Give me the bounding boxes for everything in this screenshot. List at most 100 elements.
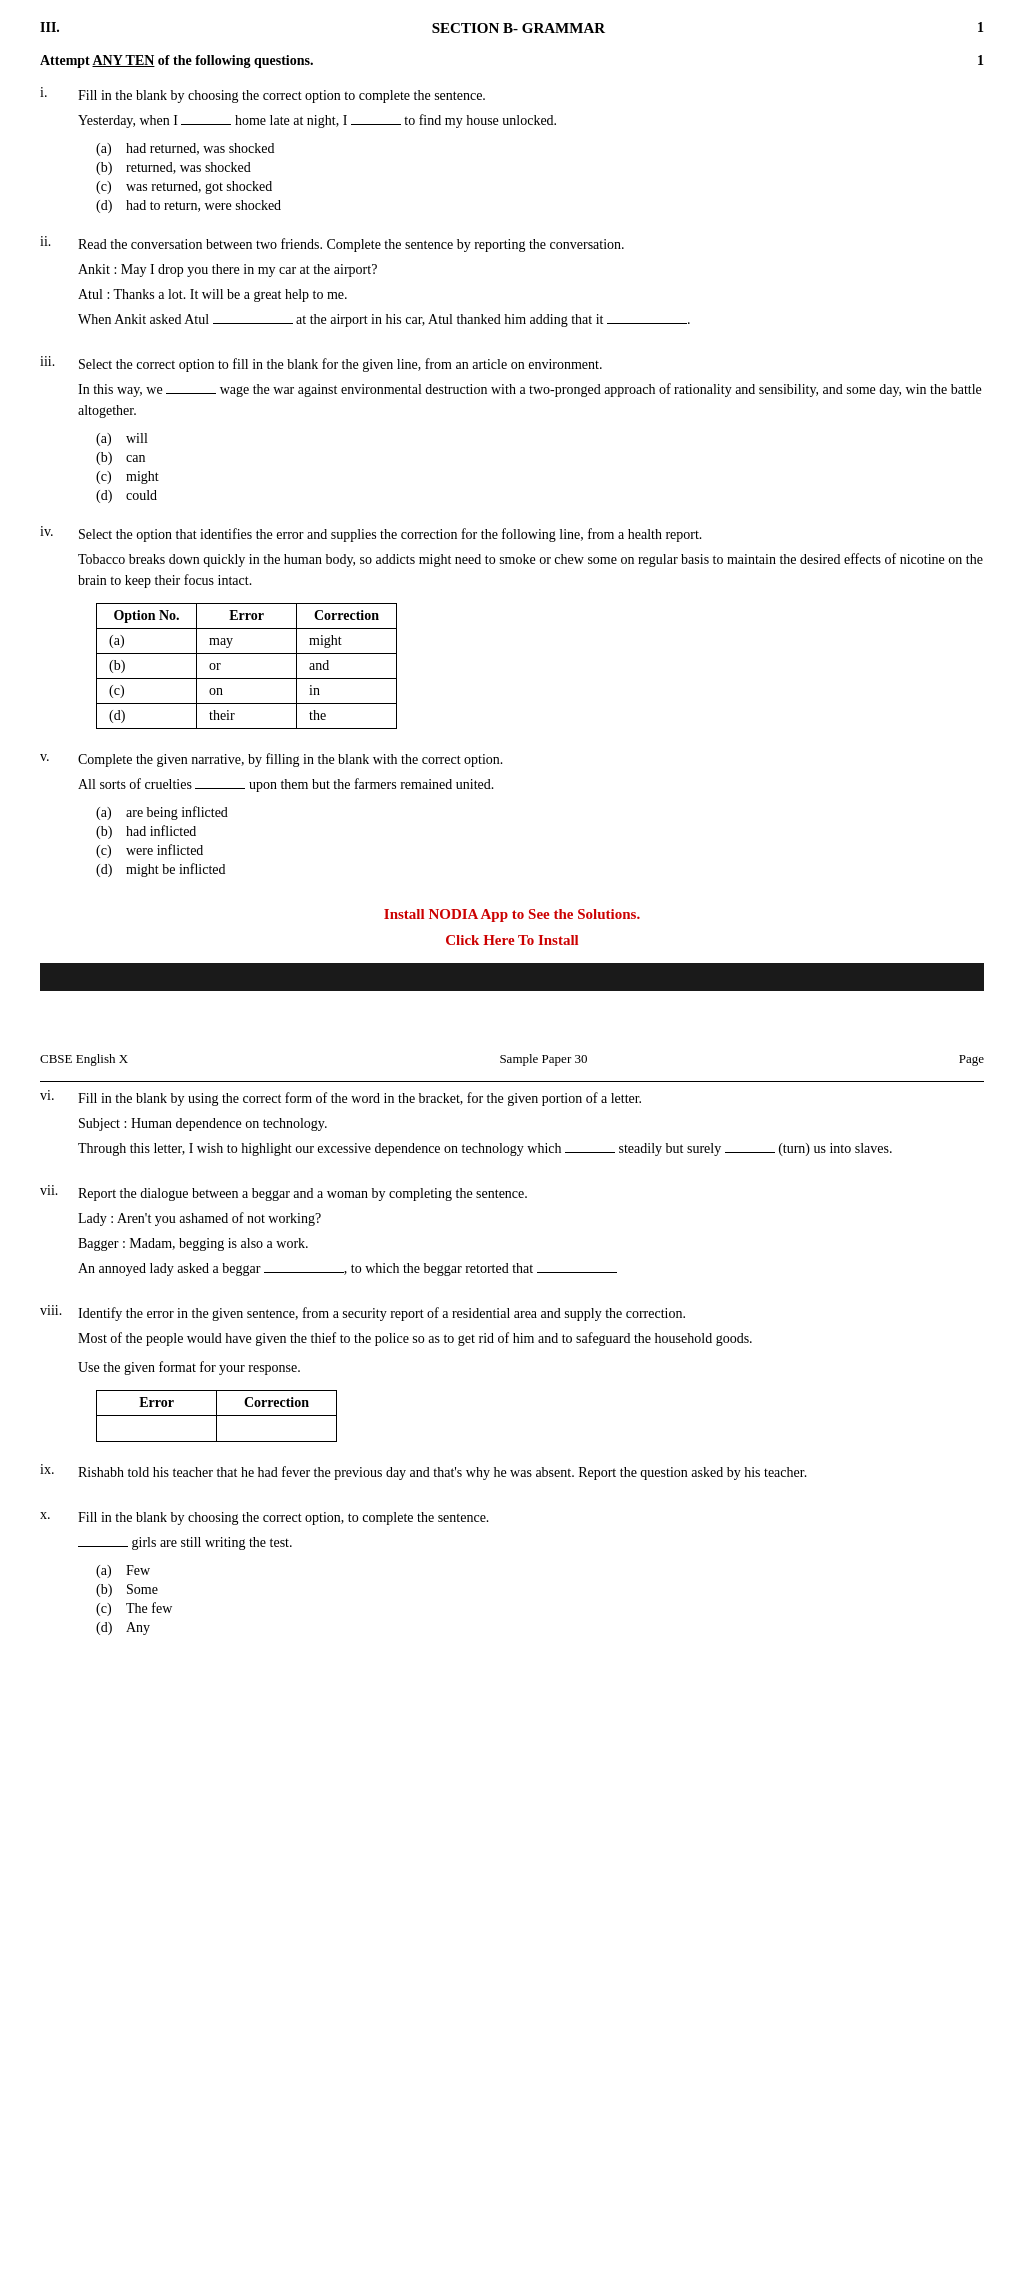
opt-text-id: had to return, were shocked xyxy=(126,198,984,214)
question-x: x. Fill in the blank by choosing the cor… xyxy=(40,1507,984,1636)
q-vi-instruction: Fill in the blank by using the correct f… xyxy=(78,1088,984,1109)
install-banner[interactable]: Install NODIA App to See the Solutions. … xyxy=(40,902,984,953)
q-x-instruction: Fill in the blank by choosing the correc… xyxy=(78,1507,984,1528)
q-ii-line2: Atul : Thanks a lot. It will be a great … xyxy=(78,284,984,305)
question-viii: viii. Identify the error in the given se… xyxy=(40,1303,984,1442)
q-num-iii: iii. xyxy=(40,354,78,425)
intro-text: Attempt ANY TEN of the following questio… xyxy=(40,53,313,69)
blank-2 xyxy=(351,124,401,125)
banner-line2[interactable]: Click Here To Install xyxy=(40,928,984,954)
td-viii-correction xyxy=(217,1416,337,1442)
blank-vi-1 xyxy=(565,1152,615,1153)
q-i-options: (a) had returned, was shocked (b) return… xyxy=(96,141,984,214)
option-i-d: (d) had to return, were shocked xyxy=(96,198,984,214)
td-d-opt: (d) xyxy=(97,704,197,729)
option-iii-c: (c) might xyxy=(96,469,984,485)
q-text-viii: Identify the error in the given sentence… xyxy=(78,1303,984,1382)
question-ii: ii. Read the conversation between two fr… xyxy=(40,234,984,334)
q-ix-instruction: Rishabh told his teacher that he had fev… xyxy=(78,1462,984,1483)
question-i: i. Fill in the blank by choosing the cor… xyxy=(40,85,984,214)
blank-v xyxy=(195,788,245,789)
blank-1 xyxy=(181,124,231,125)
option-iii-d: (d) could xyxy=(96,488,984,504)
blank-iii xyxy=(166,393,216,394)
q-text-iv: Select the option that identifies the er… xyxy=(78,524,984,595)
option-v-a: (a) are being inflicted xyxy=(96,805,984,821)
q-i-sentence: Yesterday, when I home late at night, I … xyxy=(78,110,984,131)
q-vi-subject: Subject : Human dependence on technology… xyxy=(78,1113,984,1134)
question-iii: iii. Select the correct option to fill i… xyxy=(40,354,984,504)
p2-header-left: CBSE English X xyxy=(40,1051,128,1067)
q-text-i: Fill in the blank by choosing the correc… xyxy=(78,85,984,135)
td-a-error: may xyxy=(197,629,297,654)
table-row xyxy=(97,1416,337,1442)
q-ii-line1: Ankit : May I drop you there in my car a… xyxy=(78,259,984,280)
question-x-row: x. Fill in the blank by choosing the cor… xyxy=(40,1507,984,1557)
q-viii-instruction: Identify the error in the given sentence… xyxy=(78,1303,984,1324)
option-i-a: (a) had returned, was shocked xyxy=(96,141,984,157)
opt-label-xc: (c) xyxy=(96,1601,126,1617)
q-num-vii: vii. xyxy=(40,1183,78,1283)
question-vii: vii. Report the dialogue between a begga… xyxy=(40,1183,984,1283)
q-ii-instruction: Read the conversation between two friend… xyxy=(78,234,984,255)
header-divider xyxy=(40,1081,984,1082)
q-i-instruction: Fill in the blank by choosing the correc… xyxy=(78,85,984,106)
option-i-b: (b) returned, was shocked xyxy=(96,160,984,176)
banner-line1[interactable]: Install NODIA App to See the Solutions. xyxy=(40,902,984,928)
section-roman: III. xyxy=(40,20,60,36)
question-v: v. Complete the given narrative, by fill… xyxy=(40,749,984,878)
q-v-options: (a) are being inflicted (b) had inflicte… xyxy=(96,805,984,878)
underline-any-ten: ANY TEN xyxy=(93,53,155,68)
th-error: Error xyxy=(197,604,297,629)
option-x-c: (c) The few xyxy=(96,1601,984,1617)
page-header: III. SECTION B- GRAMMAR 1 xyxy=(40,20,984,37)
opt-label-vd: (d) xyxy=(96,862,126,878)
opt-text-xa: Few xyxy=(126,1563,984,1579)
table-row: (d) their the xyxy=(97,704,397,729)
q-x-sentence: girls are still writing the test. xyxy=(78,1532,984,1553)
iv-table: Option No. Error Correction (a) may migh… xyxy=(96,603,397,729)
td-b-opt: (b) xyxy=(97,654,197,679)
opt-label-vb: (b) xyxy=(96,824,126,840)
th-viii-error: Error xyxy=(97,1391,217,1416)
q-num-v: v. xyxy=(40,749,78,799)
q-num-viii: viii. xyxy=(40,1303,78,1382)
q-viii-sentence: Most of the people would have given the … xyxy=(78,1328,984,1349)
question-iv-row: iv. Select the option that identifies th… xyxy=(40,524,984,595)
blank-x xyxy=(78,1546,128,1547)
td-c-error: on xyxy=(197,679,297,704)
q-text-ix: Rishabh told his teacher that he had fev… xyxy=(78,1462,984,1487)
blank-vii-1 xyxy=(264,1272,344,1273)
opt-label-vc: (c) xyxy=(96,843,126,859)
q-iii-instruction: Select the correct option to fill in the… xyxy=(78,354,984,375)
q-text-ii: Read the conversation between two friend… xyxy=(78,234,984,334)
q-num-vi: vi. xyxy=(40,1088,78,1163)
q-text-iii: Select the correct option to fill in the… xyxy=(78,354,984,425)
opt-label-iiid: (d) xyxy=(96,488,126,504)
q-vii-line1: Lady : Aren't you ashamed of not working… xyxy=(78,1208,984,1229)
question-vi: vi. Fill in the blank by using the corre… xyxy=(40,1088,984,1163)
q-num-i: i. xyxy=(40,85,78,135)
q-text-vii: Report the dialogue between a beggar and… xyxy=(78,1183,984,1283)
question-iii-row: iii. Select the correct option to fill i… xyxy=(40,354,984,425)
q-text-v: Complete the given narrative, by filling… xyxy=(78,749,984,799)
q-num-ix: ix. xyxy=(40,1462,78,1487)
p2-header-center: Sample Paper 30 xyxy=(128,1051,959,1067)
page2-header: CBSE English X Sample Paper 30 Page xyxy=(40,1051,984,1067)
opt-text-iiia: will xyxy=(126,431,984,447)
opt-text-va: are being inflicted xyxy=(126,805,984,821)
opt-text-vc: were inflicted xyxy=(126,843,984,859)
opt-text-iiic: might xyxy=(126,469,984,485)
opt-text-xd: Any xyxy=(126,1620,984,1636)
opt-label-xa: (a) xyxy=(96,1563,126,1579)
opt-label-ia: (a) xyxy=(96,141,126,157)
q-iv-sentence: Tobacco breaks down quickly in the human… xyxy=(78,549,984,591)
question-v-row: v. Complete the given narrative, by fill… xyxy=(40,749,984,799)
td-b-error: or xyxy=(197,654,297,679)
td-c-correction: in xyxy=(297,679,397,704)
q-num-ii: ii. xyxy=(40,234,78,334)
option-v-c: (c) were inflicted xyxy=(96,843,984,859)
td-c-opt: (c) xyxy=(97,679,197,704)
opt-label-xb: (b) xyxy=(96,1582,126,1598)
q-iii-sentence: In this way, we wage the war against env… xyxy=(78,379,984,421)
